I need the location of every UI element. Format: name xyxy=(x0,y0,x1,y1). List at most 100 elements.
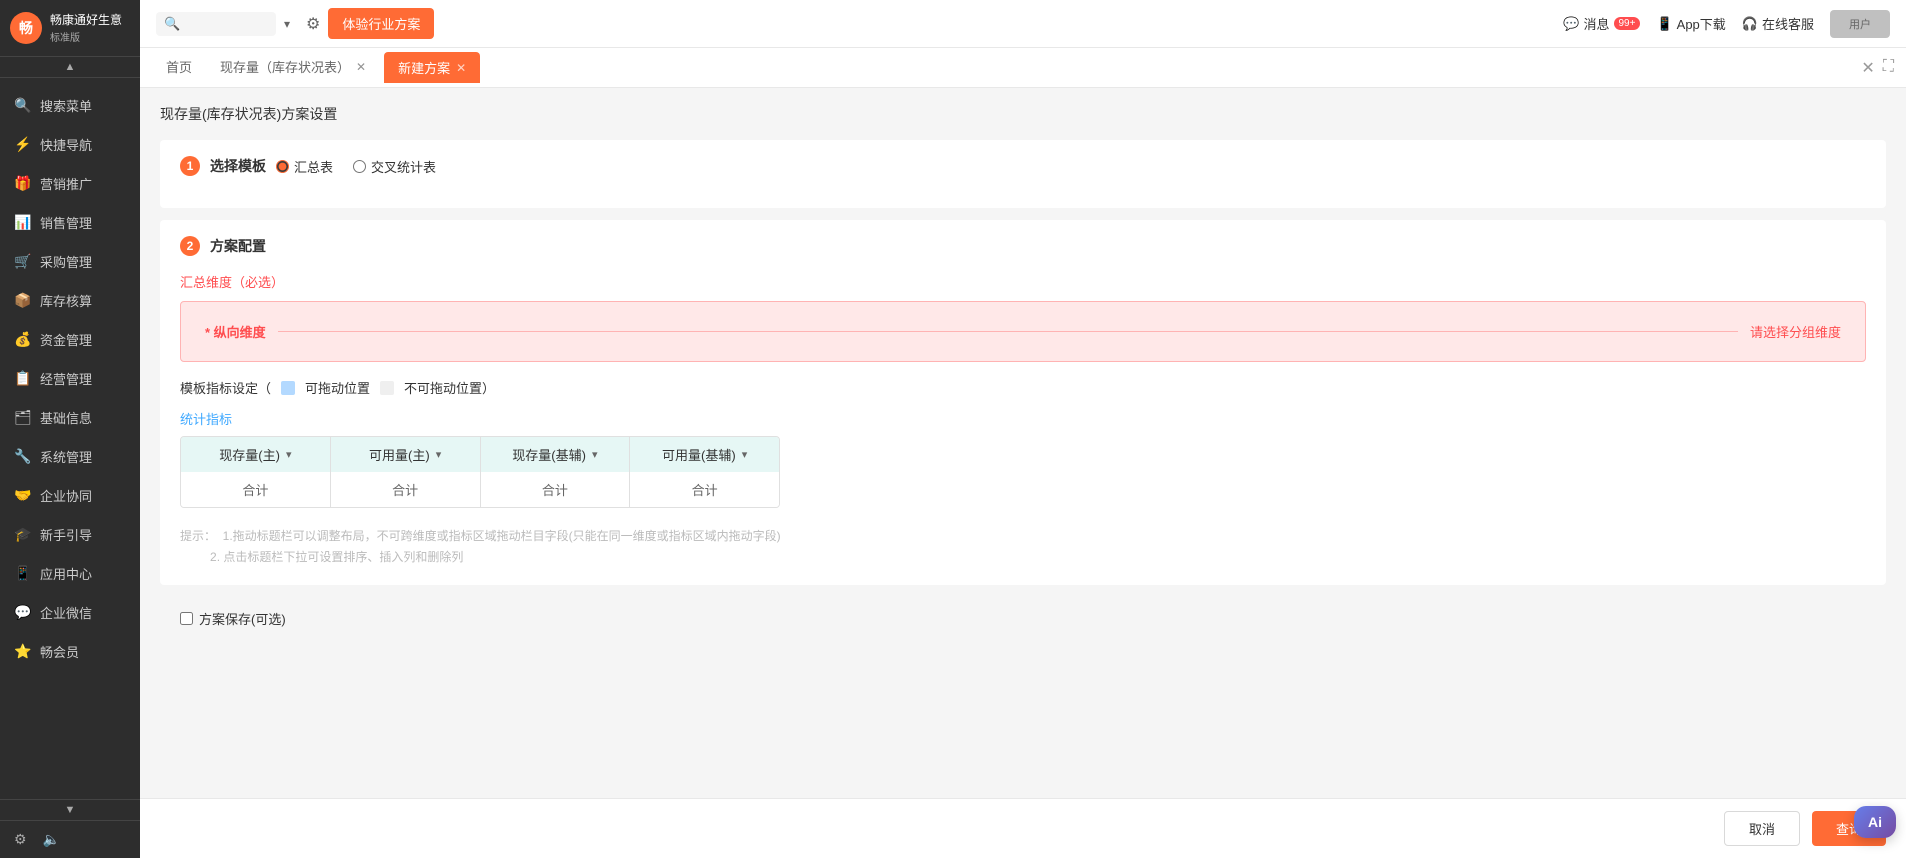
radio-summary-input[interactable] xyxy=(276,160,289,173)
radio-summary[interactable]: 汇总表 xyxy=(276,157,333,176)
tab-new-scheme[interactable]: 新建方案 ✕ xyxy=(384,52,480,83)
sidebar-item-label: 销售管理 xyxy=(40,213,92,232)
enterprise-icon: 🤝 xyxy=(14,487,32,505)
save-checkbox-input[interactable] xyxy=(180,612,193,625)
sidebar-item-label: 资金管理 xyxy=(40,330,92,349)
sidebar-nav: 🔍 搜索菜单 ⚡ 快捷导航 🎁 营销推广 📊 销售管理 🛒 采购管理 📦 库存核… xyxy=(0,78,140,799)
metrics-table-header: 现存量(主) ▾ 可用量(主) ▾ 现存量(基辅) ▾ 可用量(基辅) ▾ xyxy=(181,437,779,472)
tab-inventory-close-icon[interactable]: ✕ xyxy=(356,60,366,74)
dimension-placeholder: 请选择分组维度 xyxy=(1750,322,1841,341)
sidebar-item-basic[interactable]: 🗂 基础信息 xyxy=(0,398,140,437)
save-checkbox-label[interactable]: 方案保存(可选) xyxy=(180,609,1866,628)
sidebar-logo: 畅 畅康通好生意 标准版 xyxy=(0,0,140,57)
app-version: 标准版 xyxy=(50,29,122,44)
sidebar-item-search[interactable]: 🔍 搜索菜单 xyxy=(0,86,140,125)
col-main-stock: 现存量(主) ▾ xyxy=(181,437,331,472)
basic-icon: 🗂 xyxy=(14,409,32,427)
sidebar-item-inventory[interactable]: 📦 库存核算 xyxy=(0,281,140,320)
tip1: 提示： 1.拖动标题栏可以调整布局，不可跨维度或指标区域拖动栏目字段(只能在同一… xyxy=(180,527,1866,544)
user-avatar[interactable]: 用户 xyxy=(1830,10,1890,38)
search-icon: 🔍 xyxy=(14,97,32,115)
sidebar-item-enterprise[interactable]: 🤝 企业协同 xyxy=(0,476,140,515)
dimension-line xyxy=(278,331,1738,332)
message-button[interactable]: 💬 消息 99+ xyxy=(1563,14,1640,33)
dimension-area[interactable]: * 纵向维度 请选择分组维度 xyxy=(180,301,1866,362)
sidebar-item-label: 采购管理 xyxy=(40,252,92,271)
sidebar-item-finance[interactable]: 💰 资金管理 xyxy=(0,320,140,359)
sidebar-item-vip[interactable]: ⭐ 畅会员 xyxy=(0,632,140,671)
aggregate-label: 汇总维度（必选） xyxy=(180,272,1866,291)
draggable-badge-icon xyxy=(281,381,295,395)
metrics-table-body: 合计 合计 合计 合计 xyxy=(181,472,779,507)
tab-new-scheme-close-icon[interactable]: ✕ xyxy=(456,61,466,75)
radio-crosstab-label: 交叉统计表 xyxy=(371,157,436,176)
purchase-icon: 🛒 xyxy=(14,253,32,271)
sidebar-scroll-down[interactable]: ▼ xyxy=(0,799,140,820)
col-stock-aux-dropdown[interactable]: ▾ xyxy=(592,448,598,461)
col-available-main: 可用量(主) ▾ xyxy=(331,437,481,472)
marketing-icon: 🎁 xyxy=(14,175,32,193)
sidebar-item-label: 库存核算 xyxy=(40,291,92,310)
tabs-end-controls: ✕ ⛶ xyxy=(1861,58,1894,78)
sidebar-item-sales[interactable]: 📊 销售管理 xyxy=(0,203,140,242)
ai-float-button[interactable]: Ai xyxy=(1854,806,1896,838)
topbar-search-box[interactable]: 🔍 xyxy=(156,12,276,36)
radio-crosstab[interactable]: 交叉统计表 xyxy=(353,157,436,176)
online-service-button[interactable]: 🎧 在线客服 xyxy=(1742,14,1814,33)
search-input[interactable] xyxy=(184,17,264,31)
col-available-aux-dropdown[interactable]: ▾ xyxy=(742,448,748,461)
finance-icon: 💰 xyxy=(14,331,32,349)
tip2: 2. 点击标题栏下拉可设置排序、插入列和删除列 xyxy=(180,548,1866,565)
sidebar-footer: ⚙ 🔈 xyxy=(0,820,140,858)
sidebar-scroll-up[interactable]: ▲ xyxy=(0,57,140,78)
inventory-icon: 📦 xyxy=(14,292,32,310)
dimension-required-label: * 纵向维度 xyxy=(205,322,266,341)
newbie-icon: 🎓 xyxy=(14,526,32,544)
gear-icon[interactable]: ⚙ xyxy=(306,14,320,34)
tab-inventory-label: 现存量（库存状况表） xyxy=(220,57,350,76)
cell-stock-aux: 合计 xyxy=(481,472,631,507)
sidebar-item-label: 系统管理 xyxy=(40,447,92,466)
cancel-button[interactable]: 取消 xyxy=(1724,811,1800,846)
footer-actions: 取消 查询 xyxy=(140,798,1906,858)
tab-inventory[interactable]: 现存量（库存状况表） ✕ xyxy=(206,49,380,86)
speaker-icon[interactable]: 🔈 xyxy=(43,831,60,848)
main-content: 🔍 ▾ ⚙ 体验行业方案 💬 消息 99+ 📱 App下载 🎧 在线客服 用户 xyxy=(140,0,1906,858)
sidebar-item-system[interactable]: 🔧 系统管理 xyxy=(0,437,140,476)
sidebar-item-label: 快捷导航 xyxy=(40,135,92,154)
industry-solution-button[interactable]: 体验行业方案 xyxy=(328,8,434,39)
section-choose-template: 1 选择模板 汇总表 交叉统计表 xyxy=(160,140,1886,208)
apps-icon: 📱 xyxy=(14,565,32,583)
sidebar-item-label: 企业协同 xyxy=(40,486,92,505)
sidebar-item-nav[interactable]: ⚡ 快捷导航 xyxy=(0,125,140,164)
system-icon: 🔧 xyxy=(14,448,32,466)
col-available-main-dropdown[interactable]: ▾ xyxy=(436,448,442,461)
message-icon: 💬 xyxy=(1563,16,1579,32)
col-stock-aux-label: 现存量(基辅) xyxy=(512,445,586,464)
tab-home[interactable]: 首页 xyxy=(152,49,206,86)
settings-icon[interactable]: ⚙ xyxy=(14,831,27,848)
search-dropdown-button[interactable]: ▾ xyxy=(284,17,290,31)
save-checkbox-text: 方案保存(可选) xyxy=(199,609,286,628)
sidebar-item-label: 新手引导 xyxy=(40,525,92,544)
col-available-main-label: 可用量(主) xyxy=(369,445,430,464)
tabs-bar: 首页 现存量（库存状况表） ✕ 新建方案 ✕ ✕ ⛶ xyxy=(140,48,1906,88)
tab-new-scheme-label: 新建方案 xyxy=(398,58,450,77)
expand-panel-icon[interactable]: ⛶ xyxy=(1883,58,1894,78)
sidebar-item-wechat[interactable]: 💬 企业微信 xyxy=(0,593,140,632)
sidebar-item-management[interactable]: 📋 经营管理 xyxy=(0,359,140,398)
sidebar-item-marketing[interactable]: 🎁 营销推广 xyxy=(0,164,140,203)
radio-crosstab-input[interactable] xyxy=(353,160,366,173)
sidebar-item-newbie[interactable]: 🎓 新手引导 xyxy=(0,515,140,554)
app-download-button[interactable]: 📱 App下载 xyxy=(1656,14,1725,33)
stats-label: 统计指标 xyxy=(180,409,1866,428)
col-main-stock-dropdown[interactable]: ▾ xyxy=(286,448,292,461)
sidebar-item-apps[interactable]: 📱 应用中心 xyxy=(0,554,140,593)
app-name-block: 畅康通好生意 标准版 xyxy=(50,12,122,44)
close-panel-icon[interactable]: ✕ xyxy=(1861,58,1874,78)
sidebar-item-label: 经营管理 xyxy=(40,369,92,388)
sidebar-item-purchase[interactable]: 🛒 采购管理 xyxy=(0,242,140,281)
cell-available-main: 合计 xyxy=(331,472,481,507)
nav-icon: ⚡ xyxy=(14,136,32,154)
save-section: 方案保存(可选) xyxy=(160,597,1886,640)
